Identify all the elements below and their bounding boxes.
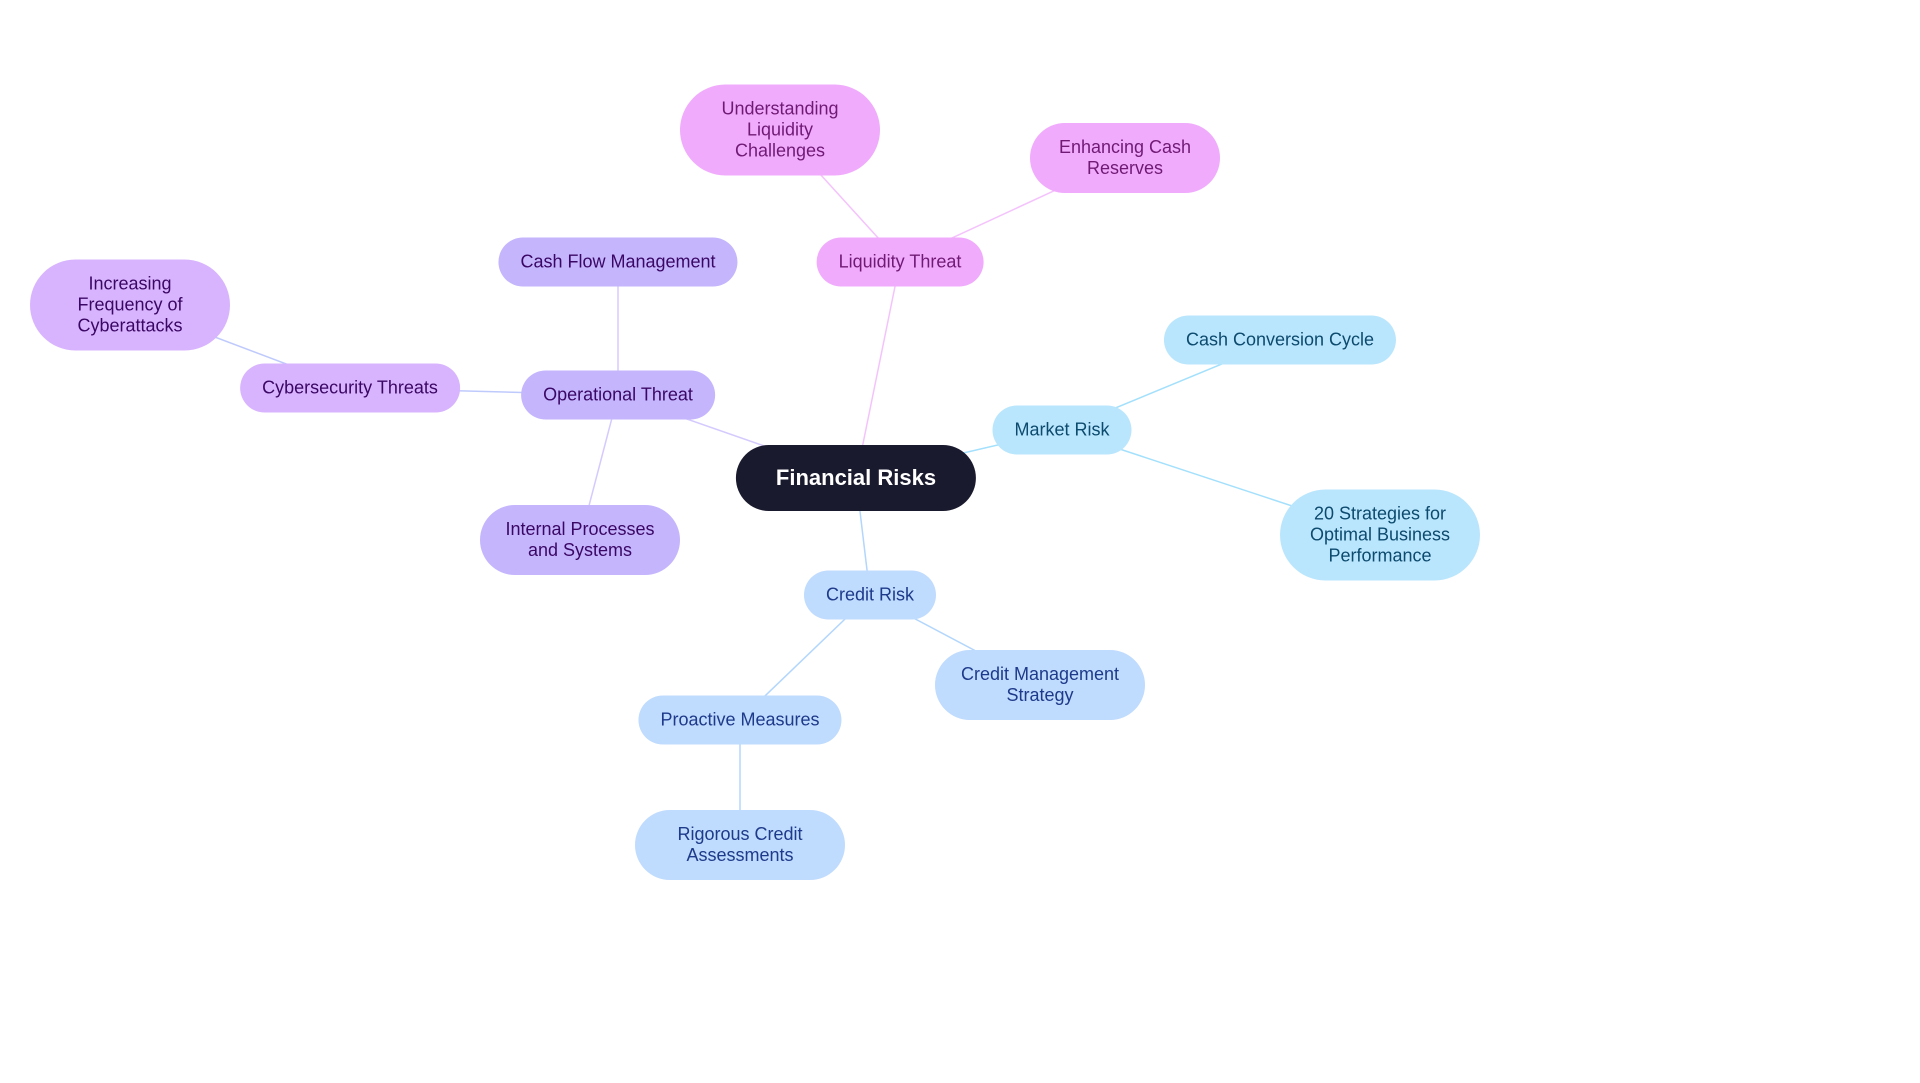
node-cybersecurity[interactable]: Cybersecurity Threats	[240, 364, 460, 413]
node-enhancing_cash[interactable]: Enhancing Cash Reserves	[1030, 123, 1220, 193]
node-rigorous_credit[interactable]: Rigorous Credit Assessments	[635, 810, 845, 880]
node-label-liquidity_threat: Liquidity Threat	[839, 252, 962, 273]
node-internal_processes[interactable]: Internal Processes and Systems	[480, 505, 680, 575]
connections-svg	[0, 0, 1920, 1083]
node-understanding_liquidity[interactable]: Understanding Liquidity Challenges	[680, 85, 880, 176]
node-label-cash_conversion: Cash Conversion Cycle	[1186, 330, 1374, 351]
node-cash_flow[interactable]: Cash Flow Management	[498, 238, 737, 287]
node-increasing_freq[interactable]: Increasing Frequency of Cyberattacks	[30, 260, 230, 351]
node-label-cash_flow: Cash Flow Management	[520, 252, 715, 273]
mindmap-container: Financial Risks Liquidity Threat Understan…	[0, 0, 1920, 1083]
node-cash_conversion[interactable]: Cash Conversion Cycle	[1164, 316, 1396, 365]
node-label-market_risk: Market Risk	[1014, 420, 1109, 441]
node-liquidity_threat[interactable]: Liquidity Threat	[817, 238, 984, 287]
node-center[interactable]: Financial Risks	[736, 445, 976, 511]
node-label-cybersecurity: Cybersecurity Threats	[262, 378, 438, 399]
node-label-internal_processes: Internal Processes and Systems	[502, 519, 658, 561]
node-label-understanding_liquidity: Understanding Liquidity Challenges	[702, 99, 858, 162]
node-strategies[interactable]: 20 Strategies for Optimal Business Perfo…	[1280, 490, 1480, 581]
node-label-enhancing_cash: Enhancing Cash Reserves	[1052, 137, 1198, 179]
node-proactive_measures[interactable]: Proactive Measures	[638, 696, 841, 745]
node-label-proactive_measures: Proactive Measures	[660, 710, 819, 731]
node-label-center: Financial Risks	[776, 465, 936, 491]
node-label-credit_management: Credit Management Strategy	[957, 664, 1123, 706]
node-label-rigorous_credit: Rigorous Credit Assessments	[657, 824, 823, 866]
node-label-increasing_freq: Increasing Frequency of Cyberattacks	[52, 274, 208, 337]
node-operational_threat[interactable]: Operational Threat	[521, 371, 715, 420]
node-market_risk[interactable]: Market Risk	[992, 406, 1131, 455]
node-label-credit_risk: Credit Risk	[826, 585, 914, 606]
node-credit_risk[interactable]: Credit Risk	[804, 571, 936, 620]
node-label-strategies: 20 Strategies for Optimal Business Perfo…	[1302, 504, 1458, 567]
node-credit_management[interactable]: Credit Management Strategy	[935, 650, 1145, 720]
node-label-operational_threat: Operational Threat	[543, 385, 693, 406]
